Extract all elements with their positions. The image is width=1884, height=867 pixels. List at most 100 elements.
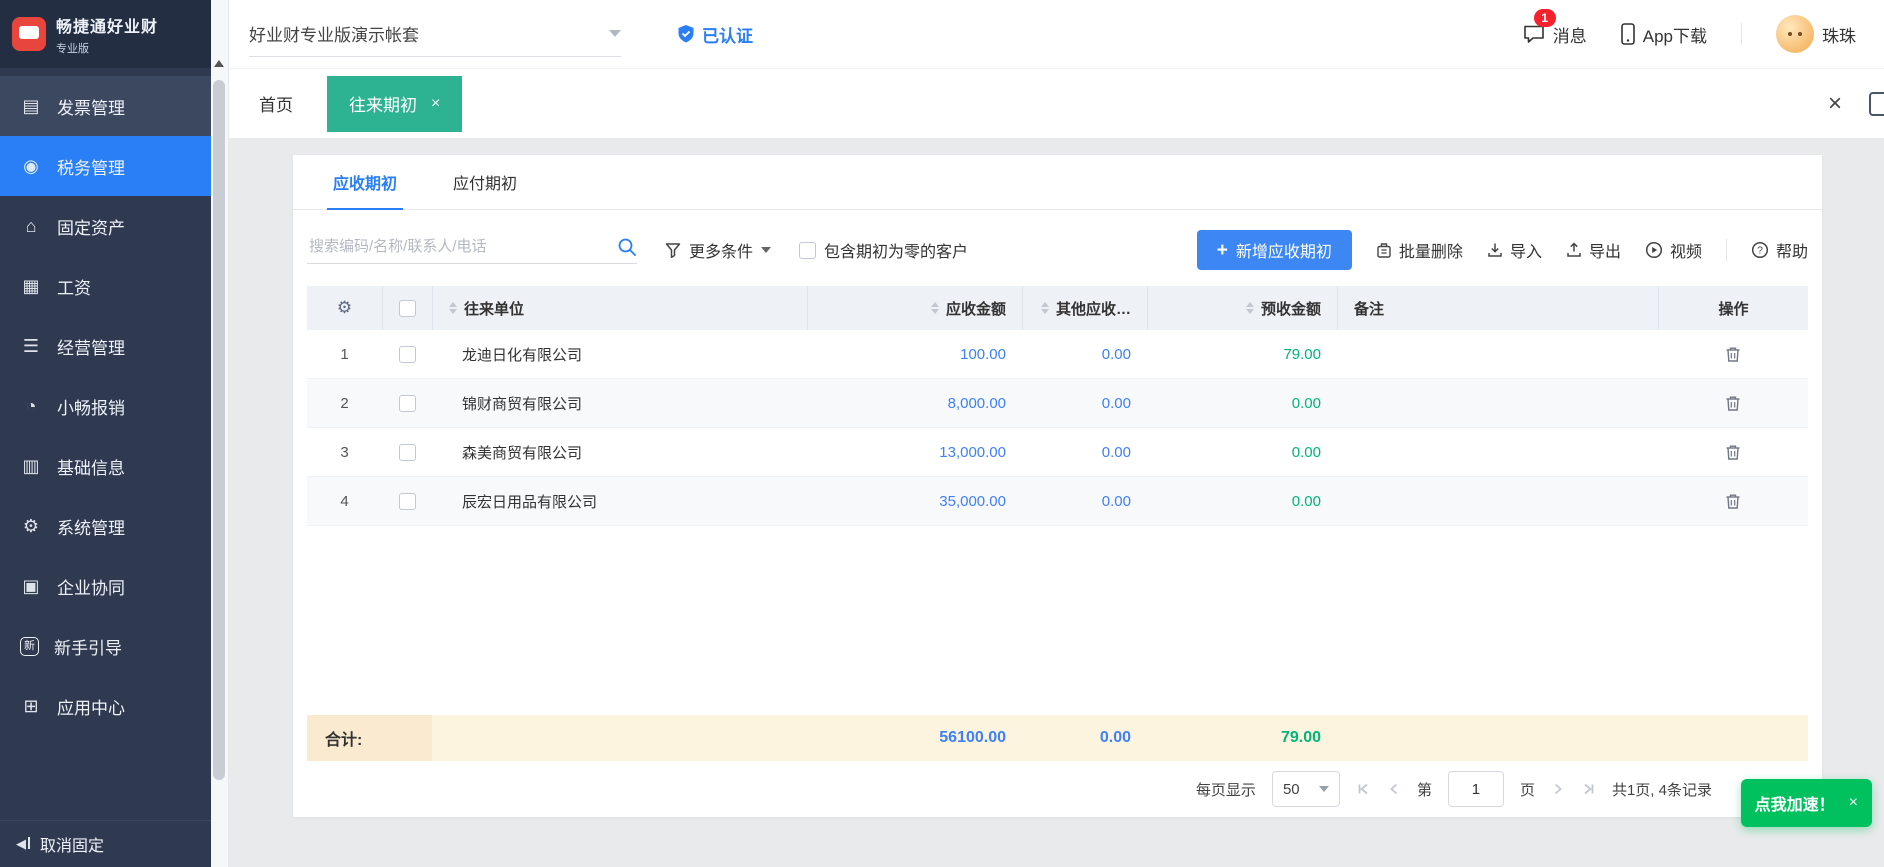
sidebar-item-base-info[interactable]: ▥ 基础信息 (0, 436, 211, 496)
delete-row-icon[interactable] (1725, 493, 1741, 510)
sidebar-item-label: 发票管理 (57, 98, 125, 118)
app-download-button[interactable]: App下载 (1620, 22, 1707, 47)
sort-icon[interactable] (930, 302, 939, 314)
sidebar-item-tax[interactable]: ◉ 税务管理 (0, 136, 211, 196)
guide-icon: 新 (20, 636, 39, 656)
tab-current-opening[interactable]: 往来期初 × (327, 75, 463, 132)
account-selector[interactable]: 好业财专业版演示帐套 (249, 12, 621, 57)
video-icon (1645, 241, 1663, 259)
sidebar-item-label: 固定资产 (57, 218, 125, 238)
per-page-select[interactable]: 50 (1271, 771, 1340, 807)
sidebar-item-invoice[interactable]: ▤ 发票管理 (0, 76, 211, 136)
remark-cell (1337, 477, 1658, 525)
sidebar: 畅捷通好业财 专业版 ▤ 发票管理 ◉ 税务管理 ⌂ 固定资产 ▦ 工资 ☰ 经… (0, 0, 211, 867)
unpin-button[interactable]: ◀ 取消固定 (0, 820, 211, 867)
more-filters-label: 更多条件 (689, 244, 754, 261)
certified-badge[interactable]: 已认证 (677, 22, 753, 47)
sidebar-item-fixed-assets[interactable]: ⌂ 固定资产 (0, 196, 211, 256)
prev-page-button[interactable] (1387, 782, 1401, 796)
row-checkbox[interactable] (398, 345, 416, 363)
sidebar-menu: ▤ 发票管理 ◉ 税务管理 ⌂ 固定资产 ▦ 工资 ☰ 经营管理 ◔ 小畅报销 (0, 68, 211, 820)
unit-cell: 锦财商贸有限公司 (462, 395, 583, 413)
row-checkbox[interactable] (398, 394, 416, 412)
sidebar-item-label: 新手引导 (54, 638, 122, 658)
receivable-table: ⚙ 往来单位 应收金额 其他应收… 预收金额 备注 操作 1 龙迪日化有限公司 … (307, 286, 1808, 526)
user-menu[interactable]: 珠珠 (1776, 15, 1856, 53)
add-receivable-button[interactable]: + 新增应收期初 (1196, 230, 1352, 270)
sidebar-item-reimburse[interactable]: ◔ 小畅报销 (0, 376, 211, 436)
search-icon[interactable] (617, 237, 637, 257)
messages-button[interactable]: 1 消息 (1523, 8, 1587, 47)
tab-receivable-opening[interactable]: 应收期初 (305, 155, 425, 210)
toolbar: 更多条件 包含期初为零的客户 + 新增应收期初 (293, 210, 1822, 286)
sidebar-item-label: 经营管理 (57, 338, 125, 358)
table-row[interactable]: 1 龙迪日化有限公司 100.00 0.00 79.00 (307, 330, 1808, 379)
scroll-up-arrow-icon[interactable] (214, 60, 224, 67)
close-tab-icon[interactable]: × (431, 95, 440, 113)
delete-row-icon[interactable] (1725, 395, 1741, 412)
search-input[interactable] (307, 237, 617, 256)
row-index: 4 (340, 492, 349, 510)
sidebar-item-app-center[interactable]: ⊞ 应用中心 (0, 676, 211, 736)
tab-payable-opening[interactable]: 应付期初 (425, 155, 545, 209)
include-zero-label: 包含期初为零的客户 (824, 244, 969, 261)
receivable-cell: 100.00 (960, 345, 1006, 363)
other-cell: 0.00 (1101, 394, 1131, 412)
payroll-icon: ▦ (22, 275, 40, 296)
sidebar-item-operations[interactable]: ☰ 经营管理 (0, 316, 211, 376)
scrollbar-thumb[interactable] (213, 80, 225, 780)
delete-row-icon[interactable] (1725, 444, 1741, 461)
first-page-button[interactable] (1356, 782, 1371, 796)
delete-row-icon[interactable] (1725, 346, 1741, 363)
chevron-down-icon (761, 247, 772, 253)
sort-icon[interactable] (1245, 302, 1254, 314)
more-filters-button[interactable]: 更多条件 (665, 238, 772, 262)
video-button[interactable]: 视频 (1645, 238, 1702, 262)
unit-cell: 辰宏日用品有限公司 (462, 493, 598, 511)
sidebar-item-guide[interactable]: 新 新手引导 (0, 616, 211, 676)
export-button[interactable]: 导出 (1566, 238, 1621, 262)
help-icon: ? (1751, 241, 1769, 259)
row-index: 1 (340, 345, 349, 363)
select-all-checkbox[interactable] (399, 299, 416, 317)
batch-delete-button[interactable]: 批量删除 (1376, 238, 1463, 262)
include-zero-checkbox[interactable]: 包含期初为零的客户 (799, 238, 968, 262)
tab-bar: 首页 往来期初 × × (229, 68, 1884, 138)
tab-home[interactable]: 首页 (259, 91, 293, 116)
column-settings-icon[interactable]: ⚙ (337, 298, 352, 318)
promo-button[interactable]: 点我加速！ × (1740, 779, 1872, 827)
page-input[interactable] (1447, 771, 1504, 807)
import-button[interactable]: 导入 (1487, 238, 1542, 262)
sidebar-item-label: 税务管理 (57, 158, 125, 178)
certified-label: 已认证 (702, 26, 753, 46)
system-settings-icon: ⚙ (22, 515, 40, 536)
table-row[interactable]: 4 辰宏日用品有限公司 35,000.00 0.00 0.00 (307, 477, 1808, 526)
column-unit[interactable]: 往来单位 (432, 286, 807, 330)
sidebar-scrollbar[interactable] (211, 0, 229, 867)
row-checkbox[interactable] (398, 492, 416, 510)
subtabs: 应收期初 应付期初 (293, 155, 1822, 210)
row-checkbox[interactable] (398, 443, 416, 461)
help-button[interactable]: ? 帮助 (1751, 238, 1808, 262)
total-row: 合计: 56100.00 0.00 79.00 (307, 715, 1808, 761)
other-cell: 0.00 (1101, 345, 1131, 363)
sidebar-item-payroll[interactable]: ▦ 工资 (0, 256, 211, 316)
table-row[interactable]: 3 森美商贸有限公司 13,000.00 0.00 0.00 (307, 428, 1808, 477)
column-prepaid[interactable]: 预收金额 (1147, 286, 1337, 330)
checkbox[interactable] (799, 241, 817, 259)
prepaid-cell: 0.00 (1291, 443, 1321, 461)
sort-icon[interactable] (1040, 302, 1049, 314)
next-page-button[interactable] (1551, 782, 1565, 796)
close-panel-icon[interactable]: × (1828, 91, 1842, 116)
column-other-receivable[interactable]: 其他应收… (1022, 286, 1147, 330)
last-page-button[interactable] (1581, 782, 1596, 796)
sidebar-item-collaboration[interactable]: ▣ 企业协同 (0, 556, 211, 616)
sidebar-item-system[interactable]: ⚙ 系统管理 (0, 496, 211, 556)
promo-close-icon[interactable]: × (1849, 794, 1858, 812)
column-other-label: 其他应收… (1055, 300, 1131, 318)
divider (1741, 23, 1742, 45)
table-row[interactable]: 2 锦财商贸有限公司 8,000.00 0.00 0.00 (307, 379, 1808, 428)
sort-icon[interactable] (449, 302, 457, 314)
column-receivable[interactable]: 应收金额 (807, 286, 1022, 330)
panel-toggle-icon[interactable] (1869, 91, 1884, 116)
